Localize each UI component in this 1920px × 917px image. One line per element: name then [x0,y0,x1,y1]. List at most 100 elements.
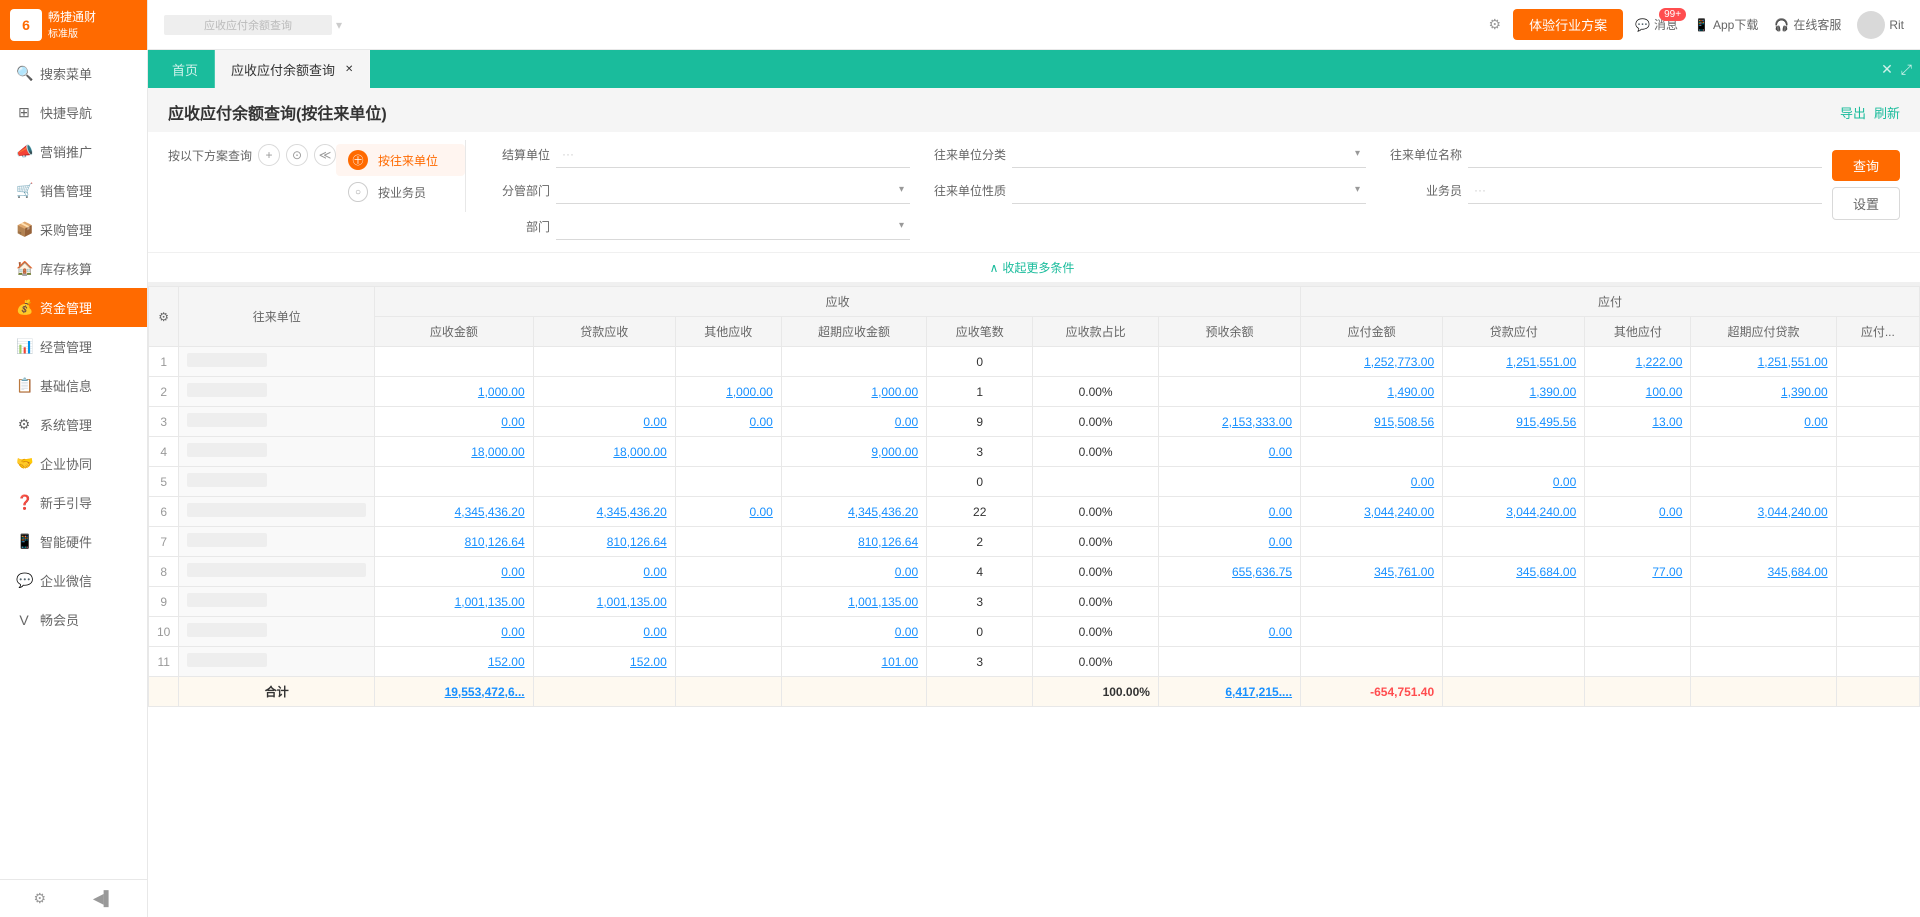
row-overdue_receivable-7[interactable]: 0.00 [781,557,926,587]
row-loan_receivable-2[interactable]: 0.00 [533,407,675,437]
row-overdue_receivable-8[interactable]: 1,001,135.00 [781,587,926,617]
row-advance-5[interactable]: 0.00 [1158,497,1300,527]
row-payable_amount-7[interactable]: 345,761.00 [1301,557,1443,587]
sidebar-item-基础信息[interactable]: 📋 基础信息 [0,366,147,405]
row-advance-7[interactable]: 655,636.75 [1158,557,1300,587]
row-other_payable-7[interactable]: 77.00 [1585,557,1691,587]
field-input-partner-category[interactable]: ▾ [1012,140,1366,168]
sidebar-item-智能硬件[interactable]: 📱 智能硬件 [0,522,147,561]
row-loan_payable-4[interactable]: 0.00 [1443,467,1585,497]
row-overdue_receivable-9[interactable]: 0.00 [781,617,926,647]
row-loan_receivable-6[interactable]: 810,126.64 [533,527,675,557]
row-other_receivable-1[interactable]: 1,000.00 [675,377,781,407]
sidebar-item-快捷导航[interactable]: ⊞ 快捷导航 [0,93,147,132]
export-button[interactable]: 导出 [1840,103,1866,122]
sidebar-item-畅会员[interactable]: V 畅会员 [0,600,147,639]
row-payable_amount-0[interactable]: 1,252,773.00 [1301,347,1443,377]
online-service-button[interactable]: 🎧 在线客服 [1774,16,1841,33]
settings-button[interactable]: 设置 [1832,187,1900,220]
row-overdue_receivable-10[interactable]: 101.00 [781,647,926,677]
row-receivable_amount-1[interactable]: 1,000.00 [375,377,533,407]
row-other_receivable-5[interactable]: 0.00 [675,497,781,527]
row-other_payable-0[interactable]: 1,222.00 [1585,347,1691,377]
row-advance-3[interactable]: 0.00 [1158,437,1300,467]
row-overdue_receivable-5[interactable]: 4,345,436.20 [781,497,926,527]
scheme-item-salesman[interactable]: ○ 按业务员 [336,176,465,208]
row-overdue_payable-7[interactable]: 345,684.00 [1691,557,1836,587]
row-receivable_amount-8[interactable]: 1,001,135.00 [375,587,533,617]
sidebar-item-资金管理[interactable]: 💰 资金管理 [0,288,147,327]
close-window-button[interactable]: ✕ [1881,61,1893,78]
row-payable_amount-1[interactable]: 1,490.00 [1301,377,1443,407]
row-loan_payable-1[interactable]: 1,390.00 [1443,377,1585,407]
row-loan_payable-2[interactable]: 915,495.56 [1443,407,1585,437]
row-loan_payable-0[interactable]: 1,251,551.00 [1443,347,1585,377]
row-overdue_receivable-6[interactable]: 810,126.64 [781,527,926,557]
sidebar-item-库存核算[interactable]: 🏠 库存核算 [0,249,147,288]
topbar-gear-icon[interactable]: ⚙ [1489,16,1502,33]
tab-1[interactable]: 应收应付余额查询✕ [215,50,370,88]
field-input-settlement[interactable]: ··· [556,140,910,168]
row-advance-9[interactable]: 0.00 [1158,617,1300,647]
row-receivable_amount-6[interactable]: 810,126.64 [375,527,533,557]
row-overdue_payable-5[interactable]: 3,044,240.00 [1691,497,1836,527]
row-receivable_amount-9[interactable]: 0.00 [375,617,533,647]
sidebar-item-经营管理[interactable]: 📊 经营管理 [0,327,147,366]
field-input-partner-nature[interactable]: ▾ [1012,176,1366,204]
sidebar-item-营销推广[interactable]: 📣 营销推广 [0,132,147,171]
row-overdue_payable-1[interactable]: 1,390.00 [1691,377,1836,407]
scheme-item-partner[interactable]: ㊉ 按往来单位 [336,144,465,176]
row-loan_receivable-5[interactable]: 4,345,436.20 [533,497,675,527]
row-loan_payable-5[interactable]: 3,044,240.00 [1443,497,1585,527]
sidebar-item-系统管理[interactable]: ⚙ 系统管理 [0,405,147,444]
row-loan_receivable-10[interactable]: 152.00 [533,647,675,677]
row-other_payable-2[interactable]: 13.00 [1585,407,1691,437]
field-input-dept[interactable]: ▾ [556,176,910,204]
messages-button[interactable]: 💬 消息 99+ [1635,16,1678,33]
row-receivable_amount-10[interactable]: 152.00 [375,647,533,677]
row-receivable_amount-2[interactable]: 0.00 [375,407,533,437]
row-overdue_receivable-1[interactable]: 1,000.00 [781,377,926,407]
field-input-salesman[interactable]: ··· [1468,176,1822,204]
row-advance-6[interactable]: 0.00 [1158,527,1300,557]
row-other_payable-1[interactable]: 100.00 [1585,377,1691,407]
row-payable_amount-4[interactable]: 0.00 [1301,467,1443,497]
footer-receivable-amount[interactable]: 19,553,472,6... [375,677,533,707]
row-loan_receivable-7[interactable]: 0.00 [533,557,675,587]
tab-close-1[interactable]: ✕ [345,64,353,75]
row-receivable_amount-5[interactable]: 4,345,436.20 [375,497,533,527]
row-other_payable-5[interactable]: 0.00 [1585,497,1691,527]
row-overdue_payable-0[interactable]: 1,251,551.00 [1691,347,1836,377]
refresh-button[interactable]: 刷新 [1874,103,1900,122]
row-receivable_amount-3[interactable]: 18,000.00 [375,437,533,467]
row-receivable_amount-7[interactable]: 0.00 [375,557,533,587]
tab-0[interactable]: 首页 [156,50,215,88]
solution-button[interactable]: 体验行业方案 [1513,9,1623,40]
row-overdue_receivable-2[interactable]: 0.00 [781,407,926,437]
fullscreen-button[interactable]: ⤢ [1901,61,1912,78]
sidebar-item-企业微信[interactable]: 💬 企业微信 [0,561,147,600]
row-loan_payable-7[interactable]: 345,684.00 [1443,557,1585,587]
col-settings-header[interactable]: ⚙ [149,287,179,347]
sidebar-item-销售管理[interactable]: 🛒 销售管理 [0,171,147,210]
user-profile[interactable]: Rit [1857,11,1904,39]
filter-collapse-left[interactable]: ≪ [314,144,336,166]
filter-add-button[interactable]: + [258,144,280,166]
sidebar-item-搜索菜单[interactable]: 🔍 搜索菜单 [0,54,147,93]
field-input-partner-name[interactable] [1468,140,1822,168]
sidebar-item-企业协同[interactable]: 🤝 企业协同 [0,444,147,483]
row-loan_receivable-3[interactable]: 18,000.00 [533,437,675,467]
sidebar-item-采购管理[interactable]: 📦 采购管理 [0,210,147,249]
settings-footer-icon[interactable]: ⚙ [33,890,46,907]
app-download-button[interactable]: 📱 App下载 [1694,16,1758,33]
row-payable_amount-5[interactable]: 3,044,240.00 [1301,497,1443,527]
row-overdue_payable-2[interactable]: 0.00 [1691,407,1836,437]
row-advance-2[interactable]: 2,153,333.00 [1158,407,1300,437]
row-other_receivable-2[interactable]: 0.00 [675,407,781,437]
row-loan_receivable-9[interactable]: 0.00 [533,617,675,647]
row-loan_receivable-8[interactable]: 1,001,135.00 [533,587,675,617]
field-input-department[interactable]: ▾ [556,212,910,240]
footer-advance-balance[interactable]: 6,417,215.... [1158,677,1300,707]
sidebar-item-新手引导[interactable]: ❓ 新手引导 [0,483,147,522]
collapse-icon[interactable]: ◀▌ [93,890,114,907]
